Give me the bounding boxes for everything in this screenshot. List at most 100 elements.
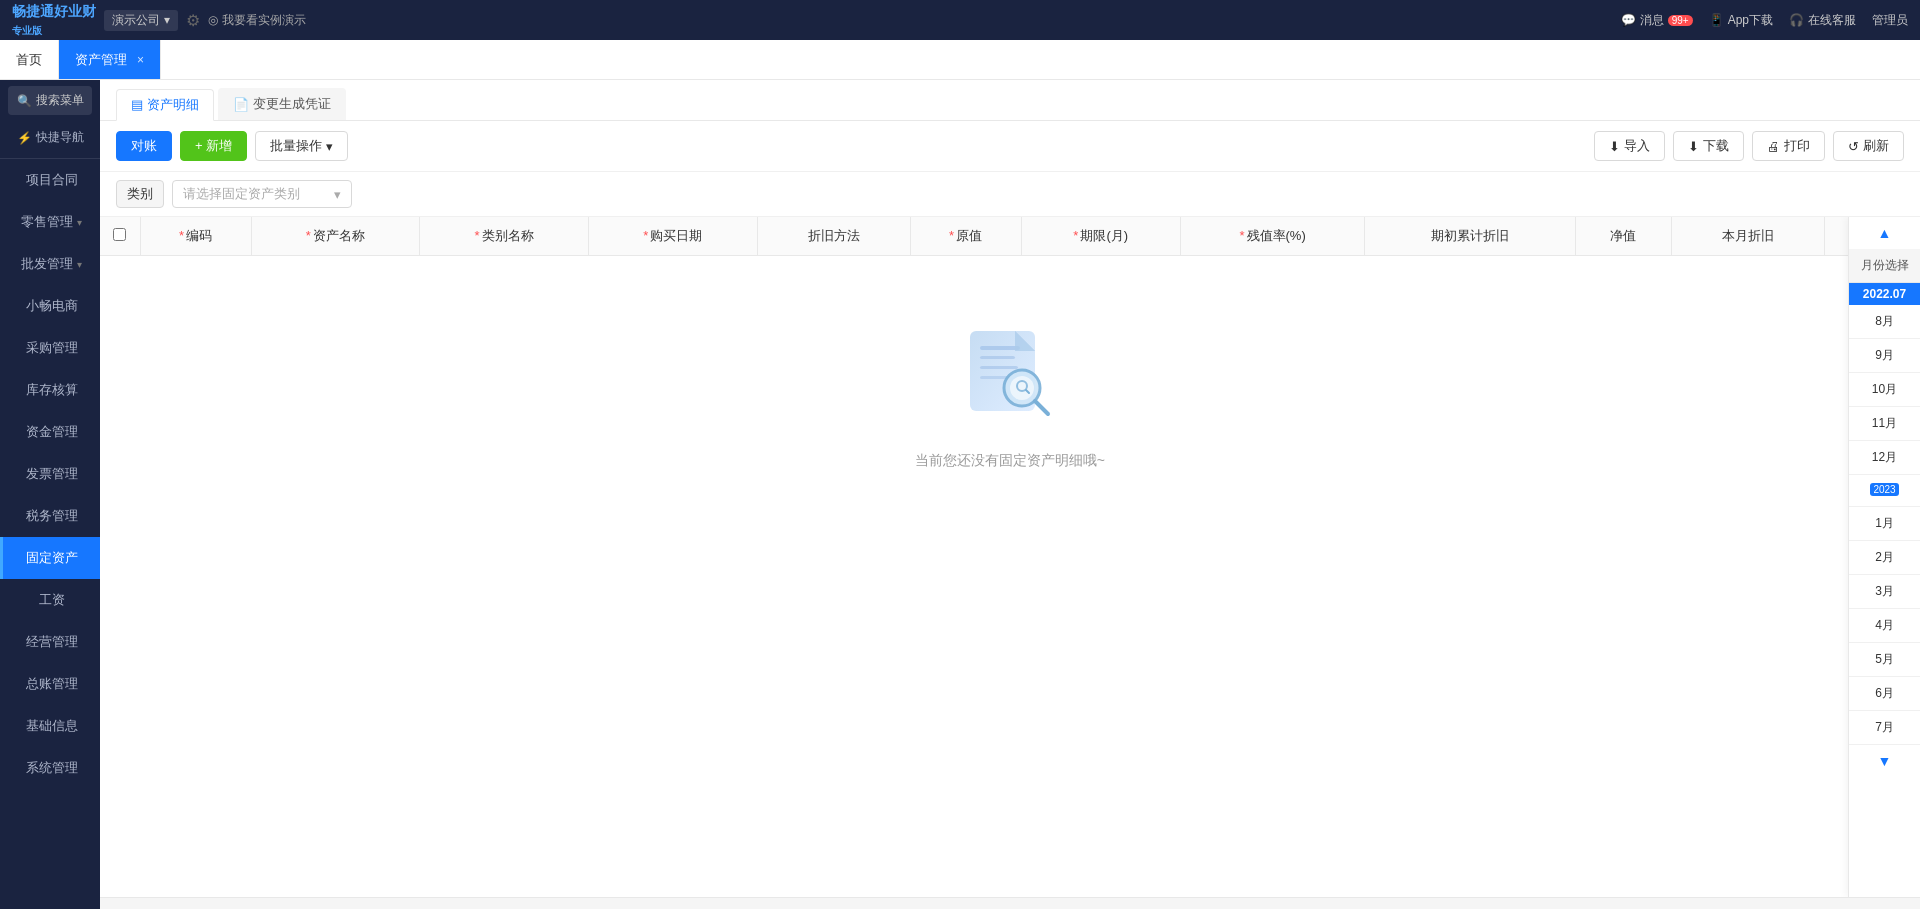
month-item-6[interactable]: 6月 (1849, 677, 1920, 711)
reconcile-btn-label: 对账 (131, 137, 157, 155)
month-label-2: 2月 (1875, 550, 1894, 564)
tab-asset-mgmt[interactable]: 资产管理 × (59, 40, 161, 79)
month-item-12[interactable]: 12月 (1849, 441, 1920, 475)
sub-tab-asset-detail[interactable]: ▤ 资产明细 (116, 89, 214, 121)
batch-btn[interactable]: 批量操作 ▾ (255, 131, 348, 161)
sidebar-label-retail: 零售管理 (21, 213, 73, 231)
sidebar-item-ledger[interactable]: 总账管理 (0, 663, 100, 705)
month-item-7[interactable]: 7月 (1849, 711, 1920, 745)
search-menu-btn[interactable]: 🔍 搜索菜单 (8, 86, 92, 115)
print-btn[interactable]: 🖨 打印 (1752, 131, 1825, 161)
download-btn[interactable]: ⬇ 下载 (1673, 131, 1744, 161)
refresh-btn-label: 刷新 (1863, 137, 1889, 155)
th-depreciation-method: 折旧方法 (757, 217, 910, 256)
current-year-text: 2022.07 (1863, 287, 1906, 301)
th-net-value: 净值 (1576, 217, 1671, 256)
month-nav-down: ▼ (1849, 745, 1920, 777)
month-item-5[interactable]: 5月 (1849, 643, 1920, 677)
sidebar-label-fixed-assets: 固定资产 (26, 549, 78, 567)
batch-btn-label: 批量操作 (270, 137, 322, 155)
quick-nav-btn[interactable]: ⚡ 快捷导航 (8, 123, 92, 152)
reconcile-btn[interactable]: 对账 (116, 131, 172, 161)
th-code: *编码 (140, 217, 251, 256)
month-label-7: 7月 (1875, 720, 1894, 734)
top-bar-left: 畅捷通好业财 专业版 演示公司 ▾ ⚙ ◎ 我要看实例演示 (12, 3, 1621, 38)
app-download-btn[interactable]: 📱 App下载 (1709, 12, 1773, 29)
month-nav-up-btn[interactable]: ▲ (1873, 221, 1897, 245)
sidebar-item-ecommerce[interactable]: 小畅电商 (0, 285, 100, 327)
month-nav-down-btn[interactable]: ▼ (1873, 749, 1897, 773)
list-icon: ▤ (131, 97, 143, 112)
sidebar-label-finance: 资金管理 (26, 423, 78, 441)
sidebar-item-fixed-assets[interactable]: 固定资产 (0, 537, 100, 579)
month-item-4[interactable]: 4月 (1849, 609, 1920, 643)
add-btn[interactable]: + 新增 (180, 131, 247, 161)
month-label-1: 1月 (1875, 516, 1894, 530)
refresh-btn[interactable]: ↺ 刷新 (1833, 131, 1904, 161)
th-period: *期限(月) (1021, 217, 1180, 256)
company-selector[interactable]: 演示公司 ▾ (104, 10, 178, 31)
sub-tab-change-voucher-label: 变更生成凭证 (253, 95, 331, 113)
demo-link[interactable]: ◎ 我要看实例演示 (208, 12, 306, 29)
download-btn-label: 下载 (1703, 137, 1729, 155)
month-current-year[interactable]: 2022.07 (1849, 283, 1920, 305)
import-btn-label: 导入 (1624, 137, 1650, 155)
content-area: ▤ 资产明细 📄 变更生成凭证 对账 + 新增 批量操作 ▾ ⬇ (100, 80, 1920, 909)
month-nav-up: ▲ (1849, 217, 1920, 249)
import-btn[interactable]: ⬇ 导入 (1594, 131, 1665, 161)
sub-tab-change-voucher[interactable]: 📄 变更生成凭证 (218, 88, 346, 120)
tab-asset-mgmt-label: 资产管理 (75, 51, 127, 69)
sidebar-item-purchase[interactable]: 采购管理 (0, 327, 100, 369)
th-checkbox (100, 217, 140, 256)
message-icon: 💬 (1621, 13, 1636, 27)
message-label: 消息 (1640, 12, 1664, 29)
close-tab-icon[interactable]: × (137, 53, 144, 67)
month-panel: ▲ 月份选择 2022.07 8月 9月 10月 11月 (1848, 217, 1920, 897)
refresh-icon: ↺ (1848, 139, 1859, 154)
empty-illustration (950, 316, 1070, 436)
month-item-year-2023: 2023 (1849, 475, 1920, 507)
tab-home[interactable]: 首页 (0, 40, 59, 79)
toolbar-right-actions: ⬇ 导入 ⬇ 下载 🖨 打印 ↺ 刷新 (1594, 131, 1904, 161)
assets-table: *编码 *资产名称 *类别名称 *购买日期 折旧方法 *原值 *期限(月) *残… (100, 217, 1920, 530)
table-container: *编码 *资产名称 *类别名称 *购买日期 折旧方法 *原值 *期限(月) *残… (100, 217, 1920, 897)
sidebar-label-invoice: 发票管理 (26, 465, 78, 483)
month-item-11[interactable]: 11月 (1849, 407, 1920, 441)
online-service-btn[interactable]: 🎧 在线客服 (1789, 12, 1856, 29)
sidebar-label-inventory: 库存核算 (26, 381, 78, 399)
user-avatar[interactable]: 管理员 (1872, 12, 1908, 29)
search-icon: 🔍 (17, 94, 32, 108)
month-item-2[interactable]: 2月 (1849, 541, 1920, 575)
nav-tabs-bar: 首页 资产管理 × (0, 40, 1920, 80)
bottom-scroll[interactable] (100, 897, 1920, 909)
month-item-8[interactable]: 8月 (1849, 305, 1920, 339)
month-item-10[interactable]: 10月 (1849, 373, 1920, 407)
sidebar-item-wholesale[interactable]: 批发管理 ▾ (0, 243, 100, 285)
nav-icon: ⚡ (17, 131, 32, 145)
quick-nav-label: 快捷导航 (36, 129, 84, 146)
table-empty-row: 当前您还没有固定资产明细哦~ (100, 256, 1920, 531)
sidebar-item-retail[interactable]: 零售管理 ▾ (0, 201, 100, 243)
sidebar-item-operations[interactable]: 经营管理 (0, 621, 100, 663)
sidebar-item-basic-info[interactable]: 基础信息 (0, 705, 100, 747)
sidebar-item-finance[interactable]: 资金管理 (0, 411, 100, 453)
settings-icon[interactable]: ⚙ (186, 11, 200, 30)
sidebar-item-inventory[interactable]: 库存核算 (0, 369, 100, 411)
sidebar-item-project[interactable]: 项目合同 (0, 159, 100, 201)
th-category-name: *类别名称 (420, 217, 589, 256)
month-item-9[interactable]: 9月 (1849, 339, 1920, 373)
month-item-3[interactable]: 3月 (1849, 575, 1920, 609)
month-item-1[interactable]: 1月 (1849, 507, 1920, 541)
category-filter-select[interactable]: 请选择固定资产类别 ▾ (172, 180, 352, 208)
sidebar-item-tax[interactable]: 税务管理 (0, 495, 100, 537)
chevron-down-icon: ▾ (164, 13, 170, 27)
month-label-3: 3月 (1875, 584, 1894, 598)
sidebar-item-payroll[interactable]: 工资 (0, 579, 100, 621)
th-asset-name: *资产名称 (251, 217, 420, 256)
search-menu-label: 搜索菜单 (36, 92, 84, 109)
sidebar-item-invoice[interactable]: 发票管理 (0, 453, 100, 495)
select-all-checkbox[interactable] (113, 228, 126, 241)
th-accumulated-depr: 期初累计折旧 (1365, 217, 1576, 256)
sidebar-item-system[interactable]: 系统管理 (0, 747, 100, 789)
message-btn[interactable]: 💬 消息 99+ (1621, 12, 1693, 29)
